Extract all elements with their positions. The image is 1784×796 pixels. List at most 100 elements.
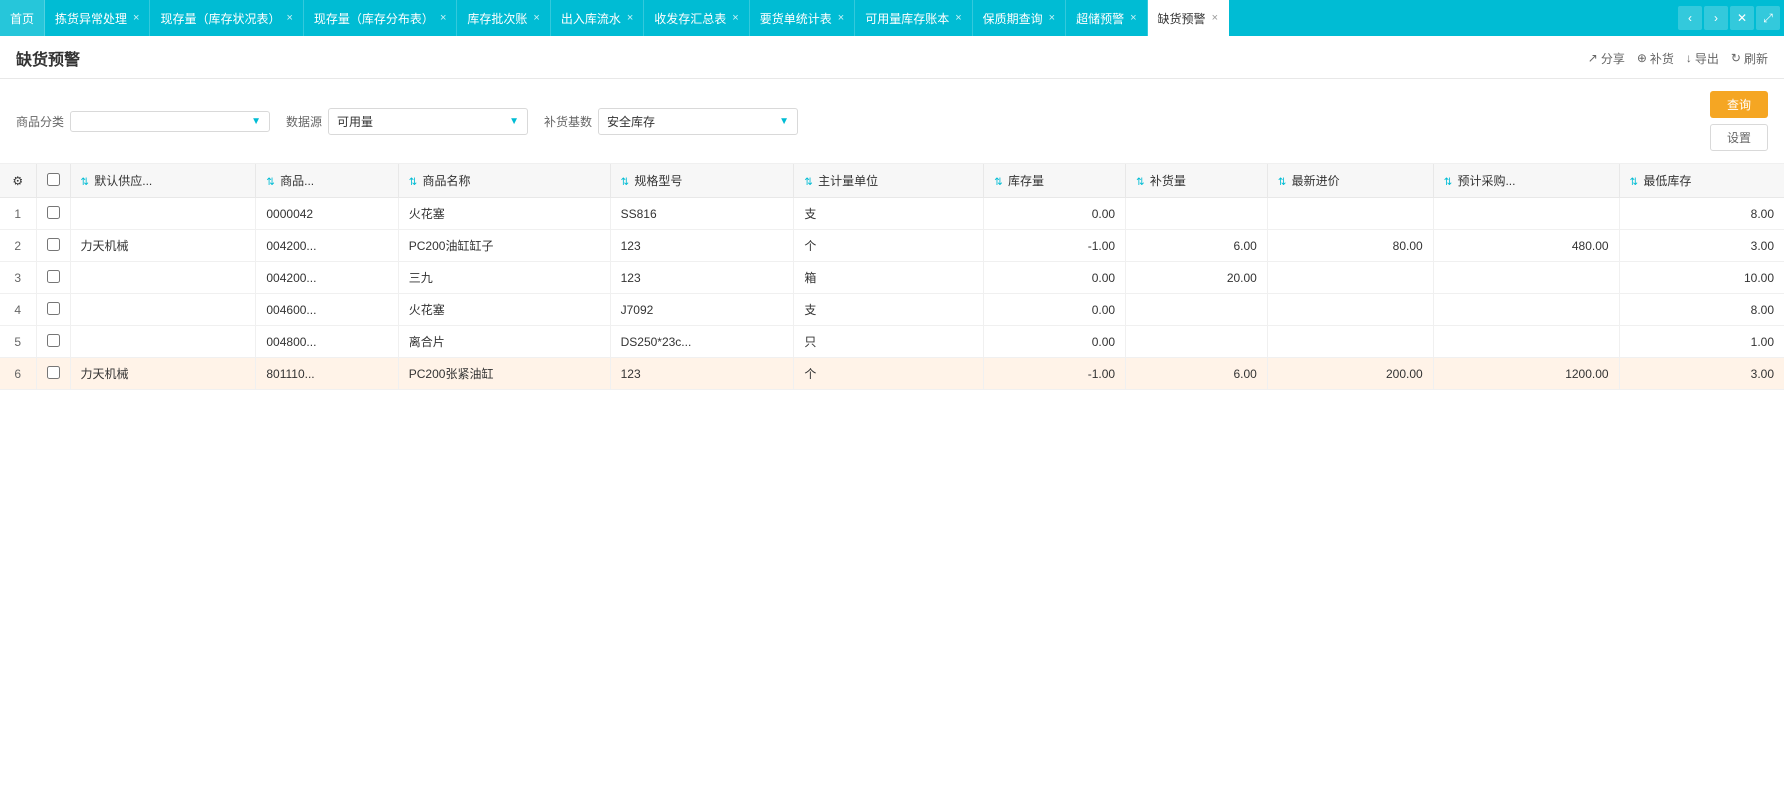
unit-cell-0: 支 xyxy=(794,198,984,230)
stock-cell-0: 0.00 xyxy=(984,198,1126,230)
spec-cell-3: J7092 xyxy=(610,294,794,326)
row-checkbox-5[interactable] xyxy=(47,366,60,379)
col-header-unit[interactable]: ⇅ 主计量单位 xyxy=(794,164,984,198)
nav-next-button[interactable]: › xyxy=(1704,6,1728,30)
close-tab-exception-icon[interactable]: × xyxy=(133,12,139,24)
col-header-supplier[interactable]: ⇅ 默认供应... xyxy=(70,164,256,198)
nav-tab-receipt-summary[interactable]: 收发存汇总表× xyxy=(644,0,749,36)
table-row: 5004800...离合片DS250*23c...只0.001.00 xyxy=(0,326,1784,358)
col-header-min-stock[interactable]: ⇅ 最低库存 xyxy=(1619,164,1784,198)
nav-tab-inout-flow[interactable]: 出入库流水× xyxy=(551,0,644,36)
sort-min-icon: ⇅ xyxy=(1630,177,1638,188)
row-checkbox-1[interactable] xyxy=(47,238,60,251)
nav-tab-home[interactable]: 首页 xyxy=(0,0,45,36)
nav-tab-inventory-dist[interactable]: 现存量（库存分布表）× xyxy=(304,0,457,36)
close-tab-expiry-query-icon[interactable]: × xyxy=(1049,12,1055,24)
sort-replenish-icon: ⇅ xyxy=(1136,177,1144,188)
close-tab-available-ledger-icon[interactable]: × xyxy=(955,12,961,24)
table-row: 6力天机械801110...PC200张紧油缸123个-1.006.00200.… xyxy=(0,358,1784,390)
export-button[interactable]: ↓ 导出 xyxy=(1686,50,1719,67)
close-tab-inventory-dist-icon[interactable]: × xyxy=(440,12,446,24)
table-row: 2力天机械004200...PC200油缸缸子123个-1.006.0080.0… xyxy=(0,230,1784,262)
row-checkbox-2[interactable] xyxy=(47,270,60,283)
datasource-value: 可用量 xyxy=(337,113,373,130)
row-checkbox-0[interactable] xyxy=(47,206,60,219)
supplier-cell-2 xyxy=(70,262,256,294)
nav-tab-shortage[interactable]: 缺货预警× xyxy=(1148,0,1229,36)
supplier-cell-0 xyxy=(70,198,256,230)
category-arrow-icon: ▼ xyxy=(251,116,261,127)
row-check-3[interactable] xyxy=(36,294,70,326)
col-header-stock[interactable]: ⇅ 库存量 xyxy=(984,164,1126,198)
row-num-2: 3 xyxy=(0,262,36,294)
export-icon: ↓ xyxy=(1686,51,1692,65)
row-num-1: 2 xyxy=(0,230,36,262)
col-header-spec[interactable]: ⇅ 规格型号 xyxy=(610,164,794,198)
category-select[interactable]: ▼ xyxy=(70,111,270,132)
settings-button[interactable]: 设置 xyxy=(1710,124,1768,151)
col-header-settings[interactable]: ⚙ xyxy=(0,164,36,198)
row-check-5[interactable] xyxy=(36,358,70,390)
row-check-2[interactable] xyxy=(36,262,70,294)
col-header-estimated-purchase[interactable]: ⇅ 预计采购... xyxy=(1433,164,1619,198)
row-checkbox-4[interactable] xyxy=(47,334,60,347)
min-stock-cell-0: 8.00 xyxy=(1619,198,1784,230)
min-stock-cell-1: 3.00 xyxy=(1619,230,1784,262)
row-check-0[interactable] xyxy=(36,198,70,230)
nav-tab-batch-account[interactable]: 库存批次账× xyxy=(457,0,550,36)
col-header-latest-price[interactable]: ⇅ 最新进价 xyxy=(1267,164,1433,198)
replenish-icon: ⊕ xyxy=(1637,51,1647,65)
row-checkbox-3[interactable] xyxy=(47,302,60,315)
close-tab-inventory-status-icon[interactable]: × xyxy=(286,12,292,24)
col-header-check xyxy=(36,164,70,198)
close-tab-order-stats-icon[interactable]: × xyxy=(838,12,844,24)
estimated-purchase-cell-5: 1200.00 xyxy=(1433,358,1619,390)
datasource-label: 数据源 xyxy=(286,113,322,130)
nav-tab-available-ledger[interactable]: 可用量库存账本× xyxy=(855,0,972,36)
product-name-cell-4: 离合片 xyxy=(398,326,610,358)
gear-icon[interactable]: ⚙ xyxy=(12,174,23,188)
row-check-1[interactable] xyxy=(36,230,70,262)
unit-cell-1: 个 xyxy=(794,230,984,262)
stock-cell-2: 0.00 xyxy=(984,262,1126,294)
sort-stock-icon: ⇅ xyxy=(994,177,1002,188)
spec-cell-4: DS250*23c... xyxy=(610,326,794,358)
estimated-purchase-cell-0 xyxy=(1433,198,1619,230)
top-nav: 首页拣货异常处理×现存量（库存状况表）×现存量（库存分布表）×库存批次账×出入库… xyxy=(0,0,1784,36)
nav-tab-order-stats[interactable]: 要货单统计表× xyxy=(750,0,855,36)
nav-prev-button[interactable]: ‹ xyxy=(1678,6,1702,30)
supplier-cell-3 xyxy=(70,294,256,326)
sort-spec-icon: ⇅ xyxy=(621,177,629,188)
nav-tab-expiry-query[interactable]: 保质期查询× xyxy=(973,0,1066,36)
col-header-product-name[interactable]: ⇅ 商品名称 xyxy=(398,164,610,198)
nav-tab-inventory-status[interactable]: 现存量（库存状况表）× xyxy=(150,0,303,36)
row-check-4[interactable] xyxy=(36,326,70,358)
close-tab-inout-flow-icon[interactable]: × xyxy=(627,12,633,24)
col-header-product-code[interactable]: ⇅ 商品... xyxy=(256,164,398,198)
nav-maximize-button[interactable]: ⤢ xyxy=(1756,6,1780,30)
product-name-cell-3: 火花塞 xyxy=(398,294,610,326)
close-tab-overstock-icon[interactable]: × xyxy=(1130,12,1136,24)
product-code-cell-2: 004200... xyxy=(256,262,398,294)
nav-close-button[interactable]: ✕ xyxy=(1730,6,1754,30)
close-tab-shortage-icon[interactable]: × xyxy=(1212,12,1218,24)
close-tab-batch-account-icon[interactable]: × xyxy=(533,12,539,24)
nav-tab-overstock[interactable]: 超储预警× xyxy=(1066,0,1147,36)
col-header-replenish-qty[interactable]: ⇅ 补货量 xyxy=(1126,164,1268,198)
table-row: 3004200...三九123箱0.0020.0010.00 xyxy=(0,262,1784,294)
nav-tab-exception[interactable]: 拣货异常处理× xyxy=(45,0,150,36)
select-all-checkbox[interactable] xyxy=(47,173,60,186)
query-button[interactable]: 查询 xyxy=(1710,91,1768,118)
replenish-button[interactable]: ⊕ 补货 xyxy=(1637,50,1674,67)
replenish-base-select[interactable]: 安全库存 ▼ xyxy=(598,108,798,135)
replenish-qty-cell-4 xyxy=(1126,326,1268,358)
close-tab-receipt-summary-icon[interactable]: × xyxy=(732,12,738,24)
refresh-button[interactable]: ↻ 刷新 xyxy=(1731,50,1768,67)
spec-cell-2: 123 xyxy=(610,262,794,294)
category-label: 商品分类 xyxy=(16,113,64,130)
latest-price-cell-1: 80.00 xyxy=(1267,230,1433,262)
datasource-select[interactable]: 可用量 ▼ xyxy=(328,108,528,135)
stock-cell-1: -1.00 xyxy=(984,230,1126,262)
datasource-filter-group: 数据源 可用量 ▼ xyxy=(286,108,528,135)
share-button[interactable]: ↗ 分享 xyxy=(1588,50,1625,67)
